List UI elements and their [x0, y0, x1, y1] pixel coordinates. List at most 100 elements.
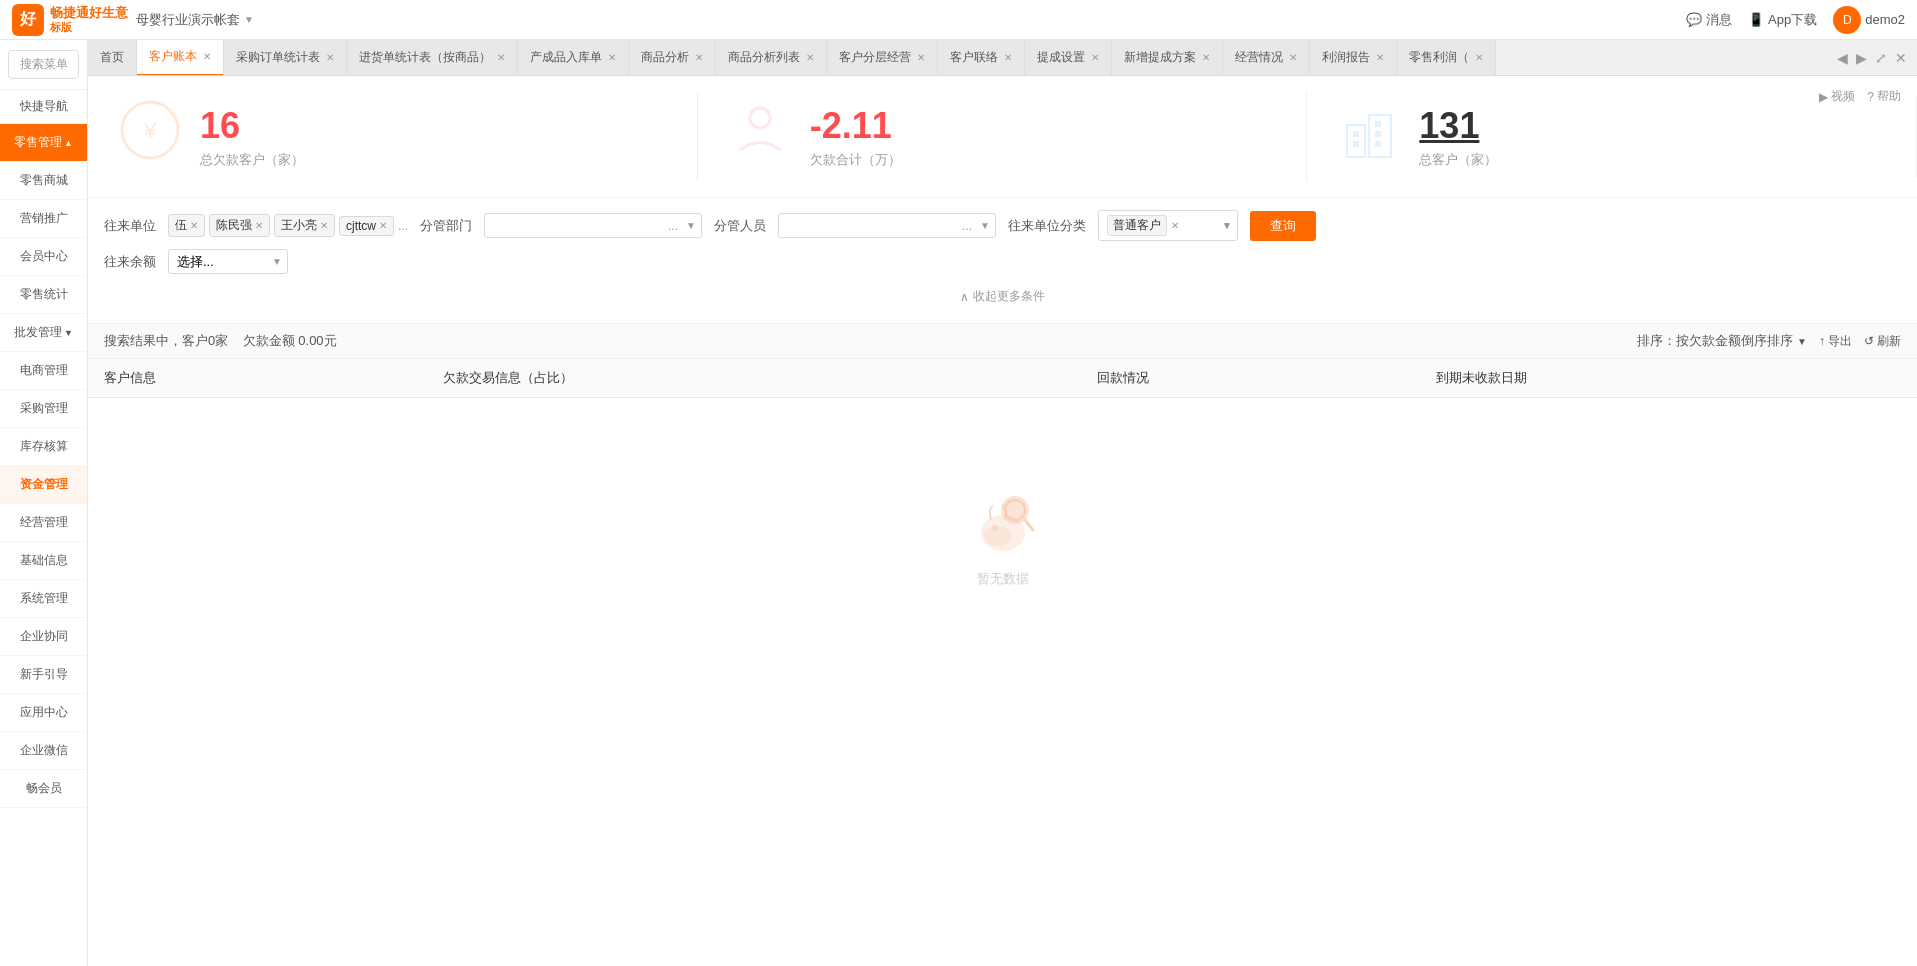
- tab-home[interactable]: 首页: [88, 40, 137, 76]
- sidebar-item-retail-mall[interactable]: 零售商城: [0, 162, 87, 200]
- tab-product-analysis-list[interactable]: 商品分析列表 ✕: [716, 40, 827, 76]
- tag-wang-close[interactable]: ✕: [320, 220, 328, 231]
- sidebar-item-purchase[interactable]: 采购管理: [0, 390, 87, 428]
- sidebar-item-retail-stats[interactable]: 零售统计: [0, 276, 87, 314]
- tab-next-btn[interactable]: ▶: [1854, 48, 1869, 68]
- sidebar-item-system[interactable]: 系统管理: [0, 580, 87, 618]
- tab-contact-close[interactable]: ✕: [1004, 52, 1012, 63]
- tab-analysis-close[interactable]: ✕: [695, 52, 703, 63]
- sidebar-item-wholesale[interactable]: 批发管理 ▼: [0, 314, 87, 352]
- tab-new-commission-label: 新增提成方案: [1124, 49, 1196, 66]
- store-selector[interactable]: 母婴行业演示帐套 ▼: [136, 11, 254, 29]
- tab-close-all-btn[interactable]: ✕: [1893, 48, 1909, 68]
- tab-new-commission[interactable]: 新增提成方案 ✕: [1112, 40, 1223, 76]
- tab-commission-close[interactable]: ✕: [1091, 52, 1099, 63]
- sidebar-item-vip[interactable]: 畅会员: [0, 770, 87, 808]
- avatar: D: [1833, 6, 1861, 34]
- tab-customers-close[interactable]: ✕: [203, 51, 211, 62]
- user-menu-btn[interactable]: D demo2: [1833, 6, 1905, 34]
- tab-inbound-close[interactable]: ✕: [497, 52, 505, 63]
- svg-rect-6: [1353, 141, 1359, 147]
- tab-analysis-list-label: 商品分析列表: [728, 49, 800, 66]
- sidebar-search-area: 搜索菜单: [0, 40, 87, 90]
- tab-retail-profit-close[interactable]: ✕: [1475, 52, 1483, 63]
- tag-wu-close[interactable]: ✕: [190, 220, 198, 231]
- tab-product-inbound-label: 产成品入库单: [530, 49, 602, 66]
- more-tags-btn[interactable]: ...: [398, 219, 408, 233]
- tab-profit-report[interactable]: 利润报告 ✕: [1310, 40, 1397, 76]
- sidebar-item-marketing[interactable]: 营销推广: [0, 200, 87, 238]
- collapse-bar[interactable]: ∧ 收起更多条件: [104, 282, 1901, 311]
- debt-customers-label: 总欠款客户（家）: [200, 151, 304, 169]
- tag-cjttcw: cjttcw ✕: [339, 216, 394, 236]
- tab-bar: 首页 客户账本 ✕ 采购订单统计表 ✕ 进货单统计表（按商品） ✕ 产成品入库单…: [88, 40, 1917, 76]
- balance-select-wrapper: 选择...: [168, 249, 288, 274]
- sidebar-item-finance[interactable]: 资金管理: [0, 466, 87, 504]
- tab-prev-btn[interactable]: ◀: [1835, 48, 1850, 68]
- tab-business-status[interactable]: 经营情况 ✕: [1223, 40, 1310, 76]
- sidebar-item-app-center[interactable]: 应用中心: [0, 694, 87, 732]
- unit-type-close[interactable]: ✕: [1171, 220, 1179, 231]
- tab-commission[interactable]: 提成设置 ✕: [1025, 40, 1112, 76]
- debt-customers-count: 16: [200, 104, 304, 147]
- tab-purchase-close[interactable]: ✕: [326, 52, 334, 63]
- tab-product-close[interactable]: ✕: [608, 52, 616, 63]
- person-more-btn[interactable]: ...: [962, 219, 972, 233]
- tab-business-close[interactable]: ✕: [1289, 52, 1297, 63]
- tab-customer-contact[interactable]: 客户联络 ✕: [938, 40, 1025, 76]
- export-btn[interactable]: ↑ 导出: [1819, 333, 1852, 350]
- dept-more-btn[interactable]: ...: [668, 219, 678, 233]
- query-button[interactable]: 查询: [1250, 211, 1316, 241]
- svg-rect-9: [1375, 141, 1381, 147]
- person-select-wrapper: ...: [778, 213, 996, 238]
- filter-row-1: 往来单位 伍 ✕ 陈民强 ✕ 王小亮 ✕: [104, 210, 1901, 241]
- search-menu-btn[interactable]: 搜索菜单: [8, 50, 79, 79]
- sidebar-item-guide[interactable]: 新手引导: [0, 656, 87, 694]
- tab-analysis-list-close[interactable]: ✕: [806, 52, 814, 63]
- app-download-btn[interactable]: 📱 App下载: [1748, 11, 1817, 29]
- tab-customers-label: 客户账本: [149, 48, 197, 65]
- svg-rect-8: [1375, 131, 1381, 137]
- store-name: 母婴行业演示帐套: [136, 11, 240, 29]
- tab-profit-close[interactable]: ✕: [1376, 52, 1384, 63]
- tab-new-commission-close[interactable]: ✕: [1202, 52, 1210, 63]
- tab-tier-close[interactable]: ✕: [917, 52, 925, 63]
- sidebar-item-wechat[interactable]: 企业微信: [0, 732, 87, 770]
- sidebar-item-ecommerce[interactable]: 电商管理: [0, 352, 87, 390]
- search-summary: 搜索结果中，客户0家 欠款金额 0.00元: [104, 332, 337, 350]
- message-btn[interactable]: 💬 消息: [1686, 11, 1732, 29]
- sidebar-quick-nav[interactable]: 快捷导航: [0, 90, 87, 124]
- tab-product-analysis[interactable]: 商品分析 ✕: [629, 40, 716, 76]
- refresh-btn[interactable]: ↺ 刷新: [1864, 333, 1901, 350]
- tab-customers[interactable]: 客户账本 ✕: [137, 40, 224, 76]
- sidebar-item-inventory[interactable]: 库存核算: [0, 428, 87, 466]
- unit-filter-tags: 伍 ✕ 陈民强 ✕ 王小亮 ✕ cjttcw ✕: [168, 214, 408, 237]
- dept-filter-label: 分管部门: [420, 217, 472, 235]
- tag-cjttcw-close[interactable]: ✕: [379, 220, 387, 231]
- video-btn[interactable]: ▶ 视频: [1819, 88, 1855, 105]
- sidebar-item-retail[interactable]: 零售管理 ▲: [0, 124, 87, 162]
- help-btn[interactable]: ? 帮助: [1867, 88, 1901, 105]
- sidebar-item-enterprise[interactable]: 企业协同: [0, 618, 87, 656]
- tab-inbound-stats[interactable]: 进货单统计表（按商品） ✕: [347, 40, 518, 76]
- tab-customer-tier[interactable]: 客户分层经营 ✕: [827, 40, 938, 76]
- tab-retail-profit[interactable]: 零售利润（ ✕: [1397, 40, 1496, 76]
- sidebar-item-member[interactable]: 会员中心: [0, 238, 87, 276]
- export-label: 导出: [1828, 333, 1852, 350]
- tag-wang-text: 王小亮: [281, 217, 317, 234]
- logo-sub: 标版: [50, 21, 128, 34]
- help-icon: ?: [1867, 90, 1874, 104]
- sidebar-item-basic[interactable]: 基础信息: [0, 542, 87, 580]
- tag-chen-close[interactable]: ✕: [255, 220, 263, 231]
- sidebar-item-operations[interactable]: 经营管理: [0, 504, 87, 542]
- empty-text: 暂无数据: [977, 570, 1029, 588]
- balance-select[interactable]: 选择...: [168, 249, 288, 274]
- debt-summary-text: 欠款金额 0.00元: [243, 333, 337, 348]
- unit-type-select[interactable]: 普通客户 ✕: [1098, 210, 1238, 241]
- tag-chen: 陈民强 ✕: [209, 214, 270, 237]
- sort-select[interactable]: 排序：按欠款金额倒序排序 ▼: [1637, 332, 1807, 350]
- tab-product-inbound[interactable]: 产成品入库单 ✕: [518, 40, 629, 76]
- sidebar: 搜索菜单 快捷导航 零售管理 ▲ 零售商城 营销推广 会员中心 零售统计 批发管…: [0, 40, 88, 966]
- tab-purchase-order[interactable]: 采购订单统计表 ✕: [224, 40, 347, 76]
- tab-expand-btn[interactable]: ⤢: [1873, 48, 1889, 68]
